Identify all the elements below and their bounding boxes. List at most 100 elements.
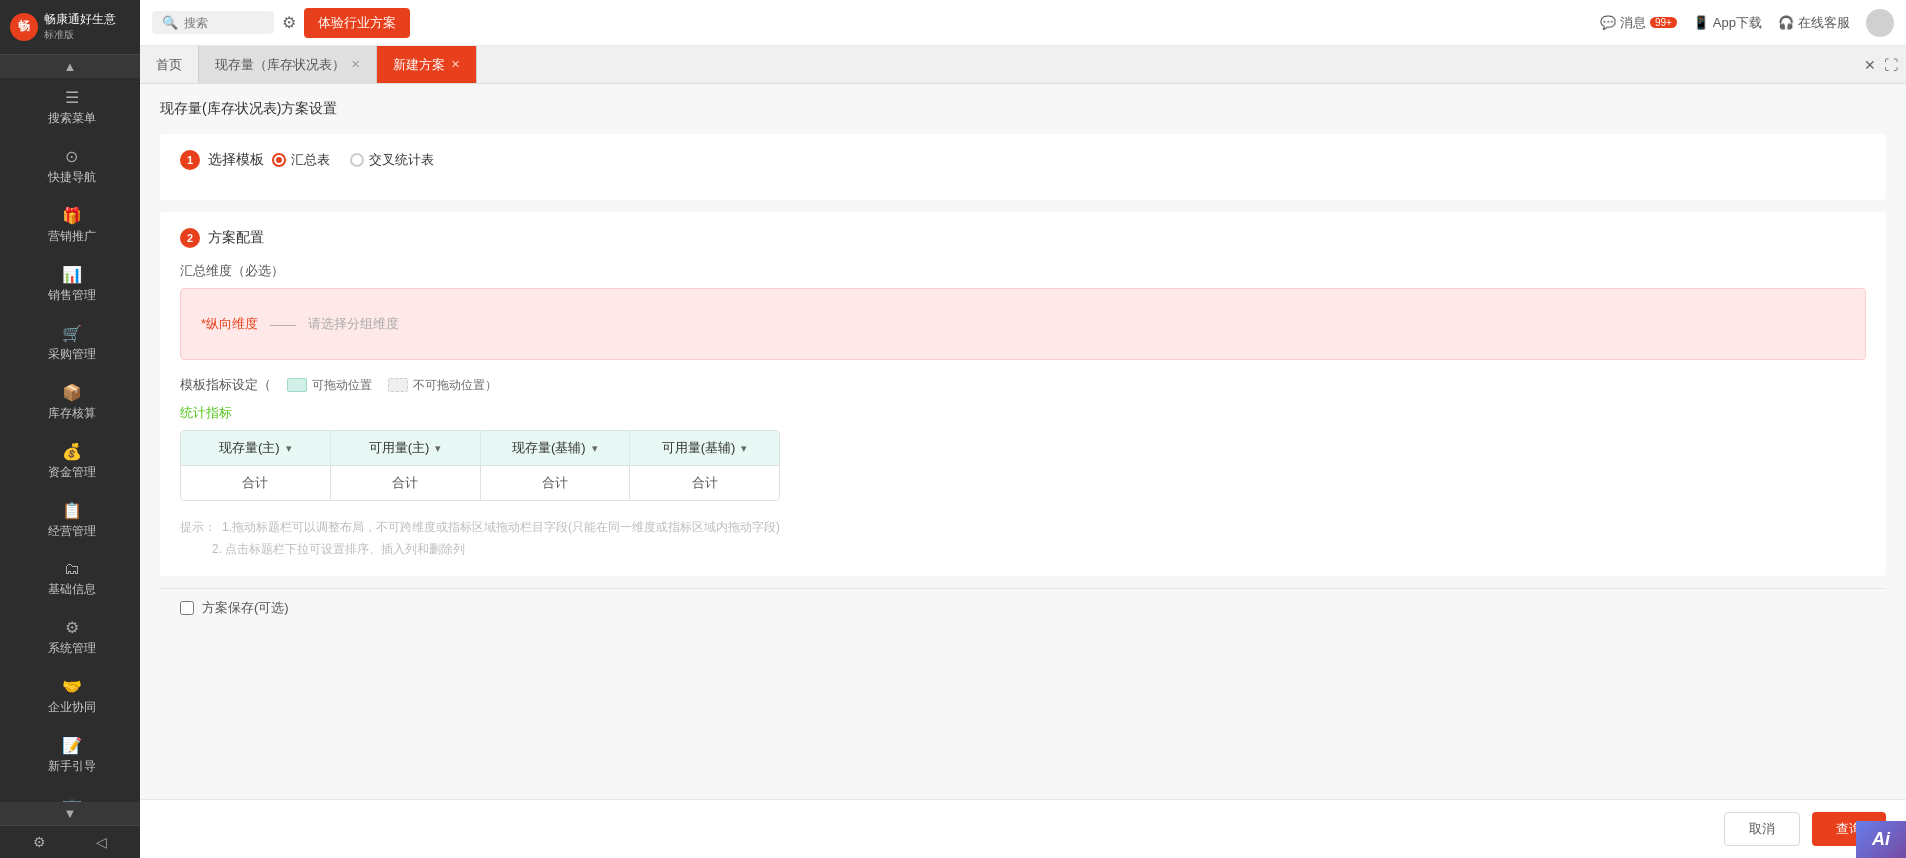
close-window-button[interactable]: ✕ (1864, 57, 1876, 73)
dimension-box[interactable]: *纵向维度 —— 请选择分组维度 (180, 288, 1866, 360)
dimension-placeholder-text: 请选择分组维度 (308, 315, 399, 333)
dimension-field-label: 汇总维度（必选） (180, 262, 1866, 280)
marketing-icon: 🎁 (62, 206, 82, 225)
metrics-header-col1[interactable]: 现存量(主) ▾ (181, 431, 331, 465)
col4-dropdown-icon[interactable]: ▾ (741, 442, 747, 455)
metrics-header-col4[interactable]: 可用量(基辅) ▾ (630, 431, 779, 465)
draggable-legend-box (287, 378, 307, 392)
logo-text: 畅康通好生意 标准版 (44, 12, 116, 42)
inventory-icon: 📦 (62, 383, 82, 402)
messages-button[interactable]: 💬 消息 99+ (1600, 14, 1677, 32)
sidebar-scroll-down[interactable]: ▼ (0, 802, 140, 825)
settings-button[interactable]: ⚙ (33, 834, 46, 850)
metrics-cell-1-3: 合计 (481, 466, 631, 500)
sidebar-item-label: 新手引导 (48, 758, 96, 775)
col3-label: 现存量(基辅) (512, 439, 586, 457)
sidebar-item-finance[interactable]: 💰 资金管理 (0, 432, 140, 491)
col4-label: 可用量(基辅) (662, 439, 736, 457)
sidebar-item-label: 系统管理 (48, 640, 96, 657)
enterprise-icon: 🤝 (62, 677, 82, 696)
tab-home[interactable]: 首页 (140, 46, 199, 83)
logo-icon: 畅 (10, 13, 38, 41)
dimension-required-text: *纵向维度 (201, 315, 258, 333)
sidebar-item-label: 营销推广 (48, 228, 96, 245)
sidebar-item-search-menu[interactable]: ☰ 搜索菜单 (0, 78, 140, 137)
tab-inventory-status[interactable]: 现存量（库存状况表） ✕ (199, 46, 377, 83)
tabs-bar: 首页 现存量（库存状况表） ✕ 新建方案 ✕ ✕ ⛶ (140, 46, 1906, 84)
sidebar-item-system[interactable]: ⚙ 系统管理 (0, 608, 140, 667)
tab-inventory-close-icon[interactable]: ✕ (351, 59, 360, 70)
col3-dropdown-icon[interactable]: ▾ (592, 442, 598, 455)
metrics-header-col3[interactable]: 现存量(基辅) ▾ (481, 431, 631, 465)
sidebar-item-purchase[interactable]: 🛒 采购管理 (0, 314, 140, 373)
dimension-separator: —— (270, 317, 296, 332)
metrics-header-col2[interactable]: 可用量(主) ▾ (331, 431, 481, 465)
tab-new-plan-close-icon[interactable]: ✕ (451, 59, 460, 70)
ai-badge[interactable]: Ai (1856, 821, 1906, 858)
tab-home-label: 首页 (156, 56, 182, 74)
sidebar-item-label: 搜索菜单 (48, 110, 96, 127)
page-title: 现存量(库存状况表)方案设置 (160, 100, 1886, 118)
online-service-button[interactable]: 🎧 在线客服 (1778, 14, 1850, 32)
cancel-button[interactable]: 取消 (1724, 812, 1800, 846)
legend-draggable: 可拖动位置 (287, 377, 372, 394)
radio-summary[interactable]: 汇总表 (272, 151, 330, 169)
sidebar-item-enterprise[interactable]: 🤝 企业协同 (0, 667, 140, 726)
metrics-cell-1-2: 合计 (331, 466, 481, 500)
radio-crosstab-label: 交叉统计表 (369, 151, 434, 169)
col1-label: 现存量(主) (219, 439, 280, 457)
tab-new-plan[interactable]: 新建方案 ✕ (377, 46, 477, 83)
sidebar: 畅 畅康通好生意 标准版 ▲ ☰ 搜索菜单 ⊙ 快捷导航 🎁 营销推广 📊 销售… (0, 0, 140, 858)
expand-window-button[interactable]: ⛶ (1884, 57, 1898, 73)
tab-inventory-label: 现存量（库存状况表） (215, 56, 345, 74)
purchase-icon: 🛒 (62, 324, 82, 343)
sidebar-item-label: 企业协同 (48, 699, 96, 716)
sidebar-item-sales[interactable]: 📊 销售管理 (0, 255, 140, 314)
sidebar-item-label: 资金管理 (48, 464, 96, 481)
col1-dropdown-icon[interactable]: ▾ (286, 442, 292, 455)
metrics-table-header: 现存量(主) ▾ 可用量(主) ▾ 现存量(基辅) ▾ 可用量(基辅) (181, 431, 779, 465)
sidebar-item-app-center[interactable]: 📺 应用中心 (0, 785, 140, 802)
tabs-window-btns: ✕ ⛶ (1864, 57, 1906, 73)
search-icon: 🔍 (162, 15, 178, 30)
sidebar-item-newbie[interactable]: 📝 新手引导 (0, 726, 140, 785)
save-checkbox[interactable] (180, 601, 194, 615)
metrics-table-row-1: 合计 合计 合计 合计 (181, 465, 779, 500)
quick-nav-icon: ⊙ (65, 147, 78, 166)
system-icon: ⚙ (65, 618, 79, 637)
section2-title: 方案配置 (208, 229, 264, 247)
radio-crosstab-circle (350, 153, 364, 167)
app-download-button[interactable]: 📱 App下载 (1693, 14, 1762, 32)
metrics-label-text: 模板指标设定（ (180, 376, 271, 394)
not-draggable-legend-box (388, 378, 408, 392)
message-icon: 💬 (1600, 15, 1616, 30)
tip-line-2: 2. 点击标题栏下拉可设置排序、插入列和删除列 (180, 539, 1866, 561)
section-choose-template: 1 选择模板 汇总表 交叉统计表 (160, 134, 1886, 200)
sales-icon: 📊 (62, 265, 82, 284)
col2-dropdown-icon[interactable]: ▾ (435, 442, 441, 455)
sidebar-item-label: 基础信息 (48, 581, 96, 598)
trial-industry-button[interactable]: 体验行业方案 (304, 8, 410, 38)
search-input[interactable] (184, 16, 264, 30)
section2-number: 2 (180, 228, 200, 248)
sidebar-item-marketing[interactable]: 🎁 营销推广 (0, 196, 140, 255)
section1-title: 选择模板 (208, 151, 264, 169)
sidebar-item-quick-nav[interactable]: ⊙ 快捷导航 (0, 137, 140, 196)
sidebar-scroll-up[interactable]: ▲ (0, 55, 140, 78)
logo-version: 标准版 (44, 28, 116, 42)
radio-crosstab[interactable]: 交叉统计表 (350, 151, 434, 169)
template-radio-group: 汇总表 交叉统计表 (272, 151, 434, 169)
section1-number: 1 (180, 150, 200, 170)
sidebar-item-inventory[interactable]: 📦 库存核算 (0, 373, 140, 432)
avatar[interactable] (1866, 9, 1894, 37)
help-button[interactable]: ◁ (96, 834, 107, 850)
content-area: 现存量(库存状况表)方案设置 1 选择模板 汇总表 交叉统计表 (140, 84, 1906, 799)
metrics-config-area: 模板指标设定（ 可拖动位置 不可拖动位置） 统计指标 现存量(主) (180, 376, 1866, 501)
settings-gear-icon[interactable]: ⚙ (282, 13, 296, 32)
sidebar-item-operations[interactable]: 📋 经营管理 (0, 491, 140, 550)
stats-section-label: 统计指标 (180, 404, 1866, 422)
tip-item-1: 1.拖动标题栏可以调整布局，不可跨维度或指标区域拖动栏目字段(只能在同一维度或指… (222, 517, 780, 539)
tab-new-plan-label: 新建方案 (393, 56, 445, 74)
tip-title: 提示： 1.拖动标题栏可以调整布局，不可跨维度或指标区域拖动栏目字段(只能在同一… (180, 517, 1866, 539)
sidebar-item-base-info[interactable]: 🗂 基础信息 (0, 550, 140, 608)
